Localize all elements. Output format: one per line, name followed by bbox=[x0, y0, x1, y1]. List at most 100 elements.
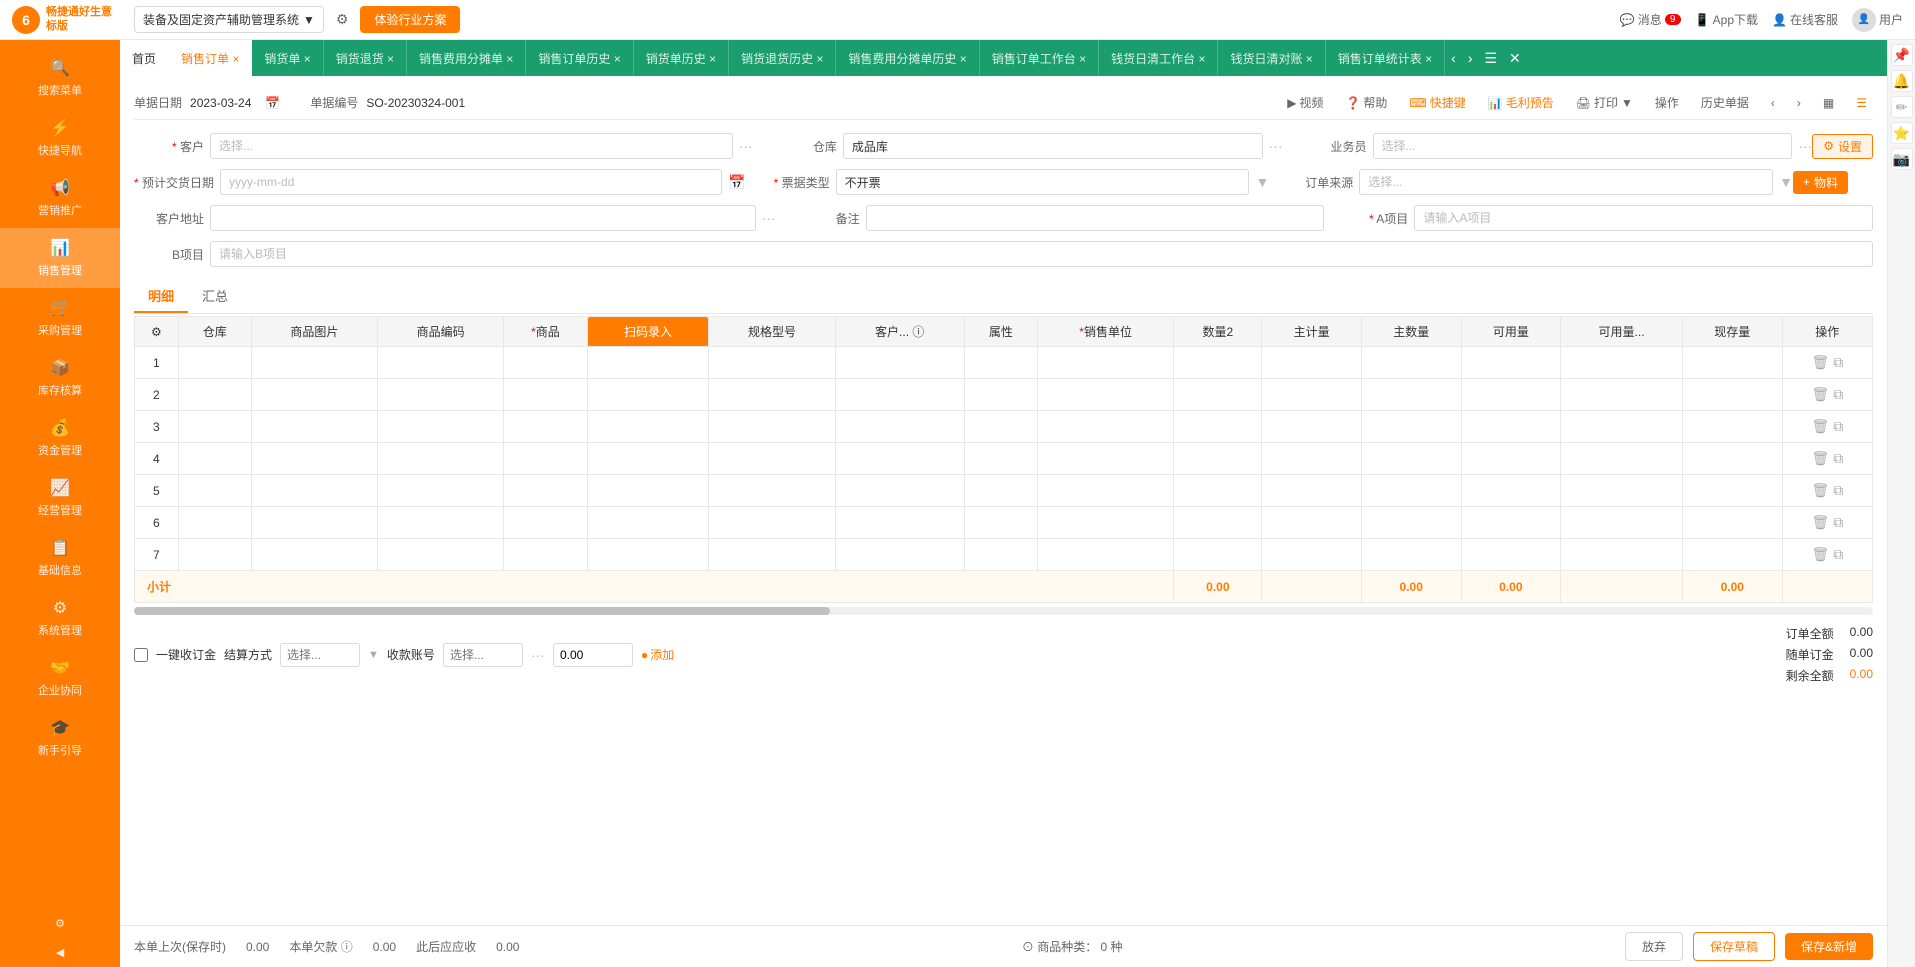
sidebar-item-inventory[interactable]: 📦 库存核算 bbox=[0, 348, 120, 408]
right-star-btn[interactable]: ⭐ bbox=[1891, 122, 1913, 144]
staff-expand-btn[interactable]: ··· bbox=[1798, 138, 1812, 154]
warehouse-input[interactable] bbox=[843, 133, 1263, 159]
tab-sales-fee[interactable]: 销售费用分摊单 × bbox=[407, 40, 526, 76]
sidebar-collapse-btn[interactable]: ◀ bbox=[0, 938, 120, 967]
tab-daily-reconcile[interactable]: 钱货日清对账 × bbox=[1218, 40, 1325, 76]
row-1-avail[interactable] bbox=[1461, 347, 1561, 379]
row-1-code[interactable] bbox=[378, 347, 504, 379]
sidebar-item-purchase[interactable]: 🛒 采购管理 bbox=[0, 288, 120, 348]
tab-order-history[interactable]: 销售订单历史 × bbox=[526, 40, 633, 76]
video-btn[interactable]: ▶ 视频 bbox=[1281, 92, 1329, 113]
row-2-copy-btn[interactable]: ⧉ bbox=[1833, 386, 1843, 403]
amount-input[interactable] bbox=[553, 643, 633, 667]
tab-sales-return[interactable]: 销货退货 × bbox=[324, 40, 407, 76]
industry-button[interactable]: 体验行业方案 bbox=[360, 6, 460, 33]
sidebar-item-finance[interactable]: 💰 资金管理 bbox=[0, 408, 120, 468]
shortcut-btn[interactable]: ⌨ 快捷键 bbox=[1403, 92, 1471, 113]
tab-menu-btn[interactable]: ☰ bbox=[1478, 50, 1503, 67]
row-1-unit[interactable] bbox=[1037, 347, 1174, 379]
right-edit-btn[interactable]: ✏ bbox=[1891, 96, 1913, 118]
col-settings-header[interactable]: ⚙ bbox=[135, 317, 179, 347]
row-1-image[interactable] bbox=[251, 347, 377, 379]
row-1-main-qty[interactable] bbox=[1361, 347, 1461, 379]
row-4-copy-btn[interactable]: ⧉ bbox=[1833, 450, 1843, 467]
right-camera-btn[interactable]: 📷 bbox=[1891, 148, 1913, 170]
sidebar-settings-btn[interactable]: ⚙ bbox=[0, 909, 120, 938]
row-2-delete-btn[interactable]: 🗑 bbox=[1811, 386, 1829, 403]
settings-icon[interactable]: ⚙ bbox=[336, 11, 349, 28]
row-1-name[interactable] bbox=[504, 347, 587, 379]
tab-prev-btn[interactable]: ‹ bbox=[1445, 50, 1462, 66]
sidebar-item-marketing[interactable]: 📢 营销推广 bbox=[0, 168, 120, 228]
row-1-main-unit[interactable] bbox=[1262, 347, 1362, 379]
sidebar-item-quicknav[interactable]: ⚡ 快捷导航 bbox=[0, 108, 120, 168]
right-bell-btn[interactable]: 🔔 bbox=[1891, 70, 1913, 92]
discard-button[interactable]: 放弃 bbox=[1625, 932, 1683, 961]
row-5-copy-btn[interactable]: ⧉ bbox=[1833, 482, 1843, 499]
print-btn[interactable]: 🖨 打印 ▼ bbox=[1570, 92, 1639, 113]
sidebar-item-sales[interactable]: 📊 销售管理 bbox=[0, 228, 120, 288]
sidebar-item-basic[interactable]: 📋 基础信息 bbox=[0, 528, 120, 588]
order-source-input[interactable] bbox=[1359, 169, 1773, 195]
row-1-warehouse[interactable] bbox=[178, 347, 251, 379]
row-1-avail2[interactable] bbox=[1561, 347, 1683, 379]
operation-btn[interactable]: 操作 bbox=[1649, 92, 1685, 113]
account-input[interactable] bbox=[443, 643, 523, 667]
row-7-copy-btn[interactable]: ⧉ bbox=[1833, 546, 1843, 563]
tab-sales-note[interactable]: 销货单 × bbox=[252, 40, 323, 76]
row-1-customer-code[interactable] bbox=[835, 347, 964, 379]
grid-view-btn[interactable]: ▦ bbox=[1817, 94, 1840, 112]
remark-input[interactable] bbox=[866, 205, 1325, 231]
sidebar-item-operation[interactable]: 📈 经营管理 bbox=[0, 468, 120, 528]
prev-page-btn[interactable]: ‹ bbox=[1765, 94, 1781, 112]
row-4-delete-btn[interactable]: 🗑 bbox=[1811, 450, 1829, 467]
row-3-delete-btn[interactable]: 🗑 bbox=[1811, 418, 1829, 435]
tab-return-history[interactable]: 销货退货历史 × bbox=[729, 40, 836, 76]
tab-note-history[interactable]: 销货单历史 × bbox=[634, 40, 729, 76]
sidebar-item-enterprise[interactable]: 🤝 企业协同 bbox=[0, 648, 120, 708]
tab-summary[interactable]: 汇总 bbox=[188, 280, 242, 313]
row-1-delete-btn[interactable]: 🗑 bbox=[1811, 354, 1829, 371]
staff-input[interactable] bbox=[1373, 133, 1793, 159]
one-click-payment-checkbox[interactable] bbox=[134, 648, 148, 662]
history-btn[interactable]: 历史单据 bbox=[1695, 92, 1755, 113]
right-pin-btn[interactable]: 📌 bbox=[1891, 44, 1913, 66]
sidebar-item-search[interactable]: 🔍 搜索菜单 bbox=[0, 48, 120, 108]
invoice-expand-btn[interactable]: ▼ bbox=[1255, 174, 1269, 190]
user-menu[interactable]: 👤 用户 bbox=[1852, 8, 1903, 32]
scroll-thumb[interactable] bbox=[134, 607, 830, 615]
save-new-button[interactable]: 保存&新增 bbox=[1785, 933, 1873, 960]
row-1-attr[interactable] bbox=[964, 347, 1037, 379]
tab-order-workbench[interactable]: 销售订单工作台 × bbox=[980, 40, 1099, 76]
row-6-delete-btn[interactable]: 🗑 bbox=[1811, 514, 1829, 531]
a-project-input[interactable] bbox=[1414, 205, 1873, 231]
customer-input[interactable] bbox=[210, 133, 733, 159]
order-source-expand-btn[interactable]: ▼ bbox=[1779, 174, 1793, 190]
invoice-input[interactable] bbox=[836, 169, 1250, 195]
account-expand-btn[interactable]: ··· bbox=[531, 647, 545, 663]
row-1-copy-btn[interactable]: ⧉ bbox=[1833, 354, 1843, 371]
app-download-button[interactable]: 📱 App下载 bbox=[1695, 11, 1758, 28]
add-payment-btn[interactable]: ● 添加 bbox=[641, 646, 674, 663]
row-1-scan[interactable] bbox=[587, 347, 709, 379]
profit-btn[interactable]: 📊 毛利预告 bbox=[1482, 92, 1560, 113]
delivery-input[interactable] bbox=[220, 169, 722, 195]
tab-sales-order[interactable]: 销售订单 × bbox=[169, 40, 252, 76]
row-5-delete-btn[interactable]: 🗑 bbox=[1811, 482, 1829, 499]
row-7-delete-btn[interactable]: 🗑 bbox=[1811, 546, 1829, 563]
message-button[interactable]: 💬 消息 9 bbox=[1620, 11, 1681, 28]
tab-detail[interactable]: 明细 bbox=[134, 280, 188, 313]
warehouse-expand-btn[interactable]: ··· bbox=[1269, 138, 1283, 154]
list-view-btn[interactable]: ☰ bbox=[1850, 94, 1873, 112]
tab-daily-workbench[interactable]: 钱货日清工作台 × bbox=[1099, 40, 1218, 76]
help-btn[interactable]: ❓ 帮助 bbox=[1339, 92, 1393, 113]
row-1-stock[interactable] bbox=[1682, 347, 1782, 379]
online-service-button[interactable]: 👤 在线客服 bbox=[1772, 11, 1838, 28]
row-1-spec[interactable] bbox=[709, 347, 835, 379]
row-6-copy-btn[interactable]: ⧉ bbox=[1833, 514, 1843, 531]
settings-btn[interactable]: ⚙ 设置 bbox=[1812, 134, 1873, 159]
save-draft-button[interactable]: 保存草稿 bbox=[1693, 932, 1775, 961]
row-3-copy-btn[interactable]: ⧉ bbox=[1833, 418, 1843, 435]
calendar-delivery-btn[interactable]: 📅 bbox=[728, 174, 745, 191]
tab-fee-history[interactable]: 销售费用分摊单历史 × bbox=[836, 40, 979, 76]
